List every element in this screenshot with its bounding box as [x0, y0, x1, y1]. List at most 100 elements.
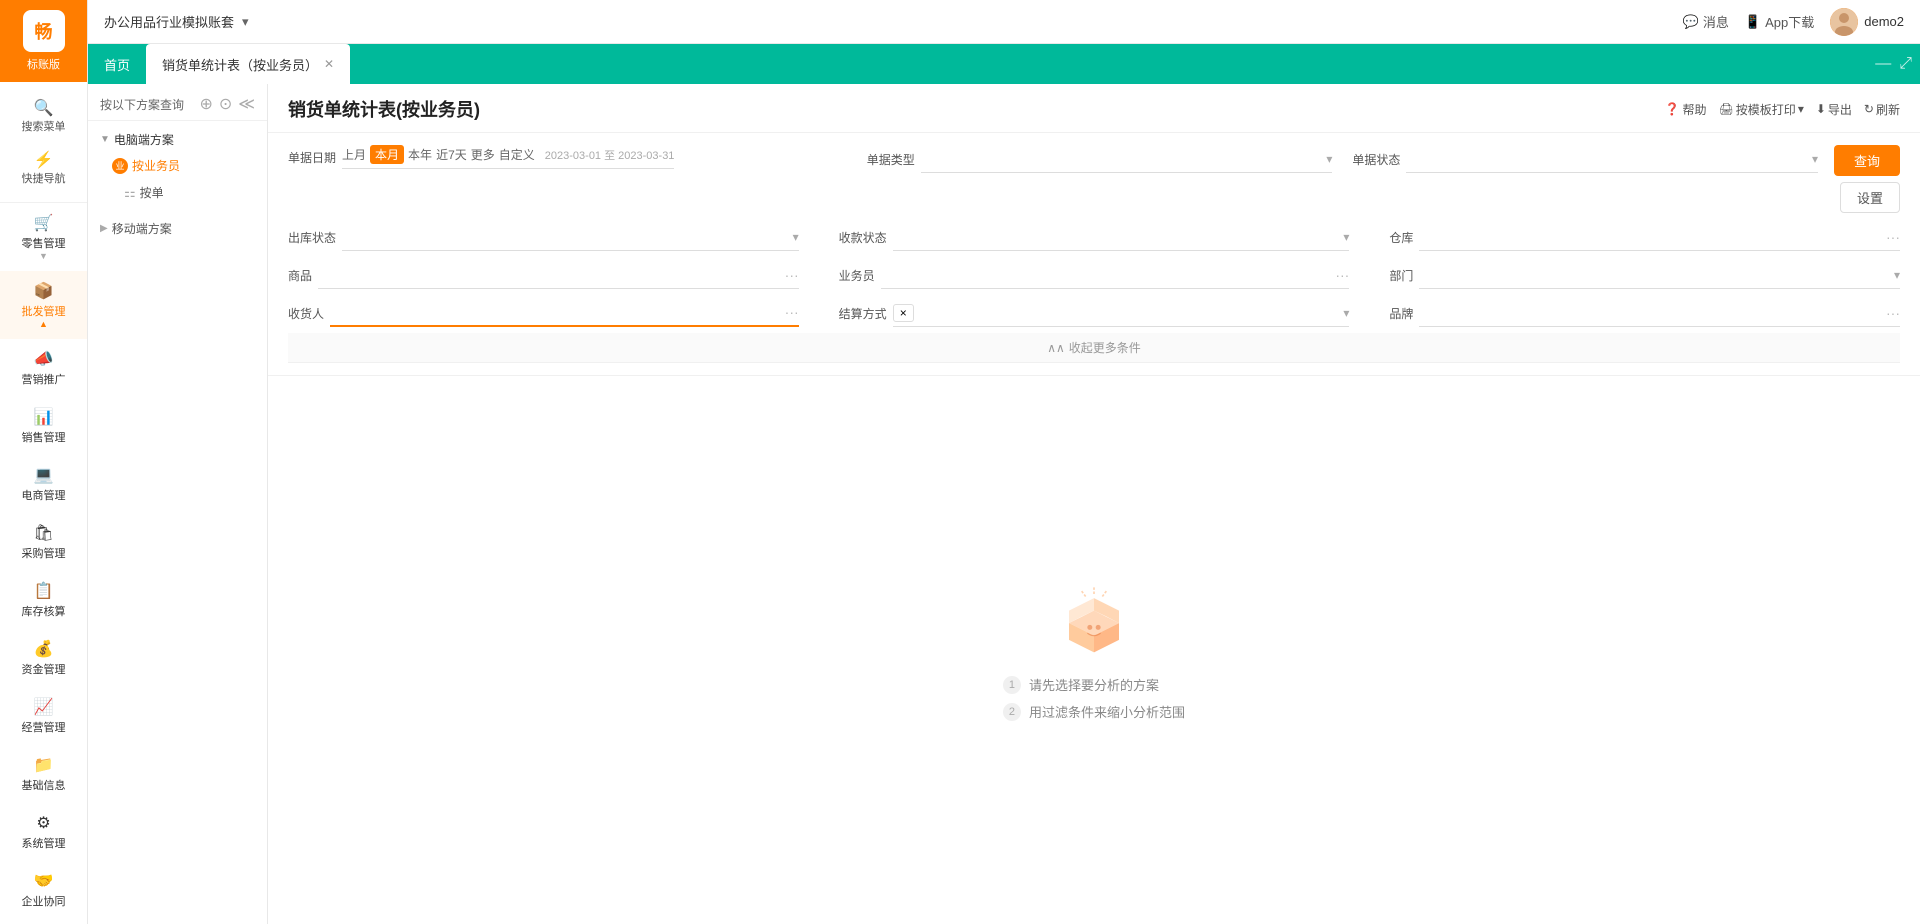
- settlement-select[interactable]: × ▾: [893, 299, 1350, 327]
- date-tab-7days[interactable]: 近7天: [436, 146, 467, 163]
- app-download-button[interactable]: 📱 App下载: [1745, 12, 1814, 31]
- sidebar-item-corp-collab[interactable]: 🤝 企业协同: [0, 861, 87, 919]
- add-scheme-button[interactable]: ⊕: [199, 94, 212, 114]
- help-icon: ❓: [1665, 102, 1680, 116]
- export-icon: ⬇: [1816, 102, 1826, 116]
- payment-select[interactable]: ▾: [893, 223, 1350, 251]
- sidebar-menu-section: 🛒 零售管理 ▼ 📦 批发管理 ▲ 📣 营销推广 📊 销售管理: [0, 203, 87, 924]
- collapse-bar[interactable]: ∧∧ 收起更多条件: [288, 333, 1900, 363]
- tab-maximize-icon[interactable]: ⤢: [1899, 55, 1912, 73]
- consignee-input[interactable]: ···: [330, 299, 799, 327]
- doc-type-label: 单据类型: [867, 151, 915, 168]
- tab-sales-stats[interactable]: 销货单统计表（按业务员） ✕: [146, 44, 350, 84]
- chevron-right-icon: ▶: [100, 223, 108, 234]
- delivery-select[interactable]: ▾: [342, 223, 799, 251]
- sidebar-item-wholesale[interactable]: 📦 批发管理 ▲: [0, 271, 87, 339]
- scheme-group-mobile-header[interactable]: ▶ 移动端方案: [88, 216, 267, 241]
- scheme-group-desktop: ▼ 电脑端方案 业 按业务员 ⚏ 按单: [88, 121, 267, 212]
- sidebar-search-section: 🔍 搜索菜单 ⚡ 快捷导航: [0, 82, 87, 203]
- goods-label: 商品: [288, 267, 312, 284]
- left-panel-header: 按以下方案查询 ⊕ ⊙ ≪: [88, 84, 267, 121]
- doc-type-select[interactable]: ▾: [921, 145, 1333, 173]
- topbar: 办公用品行业模拟账套 ▾ 💬 消息 📱 App下载: [88, 0, 1920, 44]
- messages-button[interactable]: 💬 消息: [1683, 12, 1729, 31]
- brand-label: 品牌: [1389, 305, 1413, 322]
- sidebar-item-search[interactable]: 🔍 搜索菜单: [0, 90, 87, 142]
- brand-input[interactable]: ···: [1419, 299, 1900, 327]
- page-header: 销货单统计表(按业务员) ❓ 帮助 🖨 按模板打印 ▾: [268, 84, 1920, 133]
- sidebar-item-purchase[interactable]: 🛍 采购管理: [0, 513, 87, 571]
- payment-label: 收款状态: [839, 229, 887, 246]
- right-content: 销货单统计表(按业务员) ❓ 帮助 🖨 按模板打印 ▾: [268, 84, 1920, 924]
- chevron-down-icon: ▼: [100, 134, 110, 145]
- print-button[interactable]: 🖨 按模板打印 ▾: [1719, 101, 1804, 118]
- date-tab-more[interactable]: 更多: [471, 146, 495, 163]
- sidebar-item-operations[interactable]: 📈 经营管理: [0, 687, 87, 745]
- empty-tip-1: 1 请先选择要分析的方案: [1003, 675, 1185, 694]
- logo-text: 标账版: [27, 56, 60, 72]
- query-button[interactable]: 查询: [1834, 145, 1900, 176]
- filter-area: 单据日期 上月 本月 本年 近7天 更多 自定义 2023-03-01 至 20…: [268, 133, 1920, 376]
- date-tab-thismonth[interactable]: 本月: [370, 145, 404, 164]
- doc-status-select[interactable]: ▾: [1406, 145, 1818, 173]
- doc-type-arrow: ▾: [1326, 152, 1332, 166]
- page-title: 销货单统计表(按业务员): [288, 96, 480, 122]
- left-panel: 按以下方案查询 ⊕ ⊙ ≪ ▼ 电脑端方案 业: [88, 84, 268, 924]
- help-button[interactable]: ❓ 帮助: [1665, 101, 1707, 118]
- scheme-settings-icon[interactable]: ⊙: [219, 94, 232, 114]
- tab-actions: — ⤢: [1875, 55, 1920, 73]
- sidebar-item-retail[interactable]: 🛒 零售管理 ▼: [0, 203, 87, 271]
- sidebar-item-basicinfo[interactable]: 📁 基础信息: [0, 745, 87, 803]
- tab-close-icon[interactable]: ✕: [324, 57, 334, 71]
- sidebar-item-inventory[interactable]: 📋 库存核算: [0, 571, 87, 629]
- settlement-tag: ×: [893, 304, 914, 322]
- logo-icon: 畅: [23, 10, 65, 52]
- refresh-button[interactable]: ↻ 刷新: [1864, 101, 1900, 118]
- export-button[interactable]: ⬇ 导出: [1816, 101, 1852, 118]
- warehouse-input[interactable]: ···: [1419, 223, 1900, 251]
- left-panel-title: 按以下方案查询: [100, 96, 184, 113]
- print-dropdown-icon[interactable]: ▾: [1798, 102, 1804, 116]
- tab-minimize-icon[interactable]: —: [1875, 55, 1891, 73]
- sidebar-item-finance[interactable]: 💰 资金管理: [0, 629, 87, 687]
- date-tab-custom[interactable]: 自定义: [499, 146, 535, 163]
- page-header-actions: ❓ 帮助 🖨 按模板打印 ▾ ⬇ 导出: [1665, 101, 1900, 118]
- salesperson-label: 业务员: [839, 267, 875, 284]
- settings-button[interactable]: 设置: [1840, 182, 1900, 213]
- goods-input[interactable]: ···: [318, 261, 799, 289]
- consignee-label: 收货人: [288, 305, 324, 322]
- empty-tips: 1 请先选择要分析的方案 2 用过滤条件来缩小分析范围: [1003, 675, 1185, 721]
- department-select[interactable]: ▾: [1419, 261, 1900, 289]
- tabbar: 首页 销货单统计表（按业务员） ✕ — ⤢: [88, 44, 1920, 84]
- salesperson-input[interactable]: ···: [881, 261, 1350, 289]
- sidebar-item-quicknav[interactable]: ⚡ 快捷导航: [0, 142, 87, 194]
- date-tab-lastmonth[interactable]: 上月: [342, 146, 366, 163]
- topbar-title: 办公用品行业模拟账套: [104, 12, 234, 31]
- sidebar-item-guide[interactable]: 🎓 新手引导: [0, 919, 87, 924]
- sidebar-logo: 畅 标账版: [0, 0, 87, 82]
- topbar-right: 💬 消息 📱 App下载 demo2: [1683, 8, 1904, 36]
- empty-tip-2: 2 用过滤条件来缩小分析范围: [1003, 702, 1185, 721]
- sidebar-item-ecommerce[interactable]: 💻 电商管理: [0, 455, 87, 513]
- scheme-item-by-salesperson[interactable]: 业 按业务员: [88, 152, 267, 179]
- scheme-group-desktop-header[interactable]: ▼ 电脑端方案: [88, 127, 267, 152]
- sidebar-item-system[interactable]: ⚙ 系统管理: [0, 803, 87, 861]
- scheme-active-icon: 业: [112, 158, 128, 174]
- user-profile[interactable]: demo2: [1830, 8, 1904, 36]
- print-icon: 🖨: [1719, 102, 1734, 116]
- scheme-item-by-order[interactable]: ⚏ 按单: [88, 179, 267, 206]
- collapse-panel-icon[interactable]: ≪: [238, 94, 255, 114]
- left-panel-actions: ⊕ ⊙ ≪: [199, 94, 255, 114]
- empty-icon: [1044, 579, 1144, 659]
- collapse-button[interactable]: ∧∧ 收起更多条件: [1047, 339, 1141, 356]
- tab-home[interactable]: 首页: [88, 44, 146, 84]
- topbar-dropdown-icon[interactable]: ▾: [242, 14, 249, 30]
- sidebar-item-marketing[interactable]: 📣 营销推广: [0, 339, 87, 397]
- date-tab-thisyear[interactable]: 本年: [408, 146, 432, 163]
- scheme-group-mobile: ▶ 移动端方案: [88, 212, 267, 245]
- sidebar-item-sales[interactable]: 📊 销售管理: [0, 397, 87, 455]
- date-label: 单据日期: [288, 149, 336, 166]
- doc-status-label: 单据状态: [1352, 151, 1400, 168]
- warehouse-label: 仓库: [1389, 229, 1413, 246]
- date-range: 2023-03-01 至 2023-03-31: [545, 147, 675, 163]
